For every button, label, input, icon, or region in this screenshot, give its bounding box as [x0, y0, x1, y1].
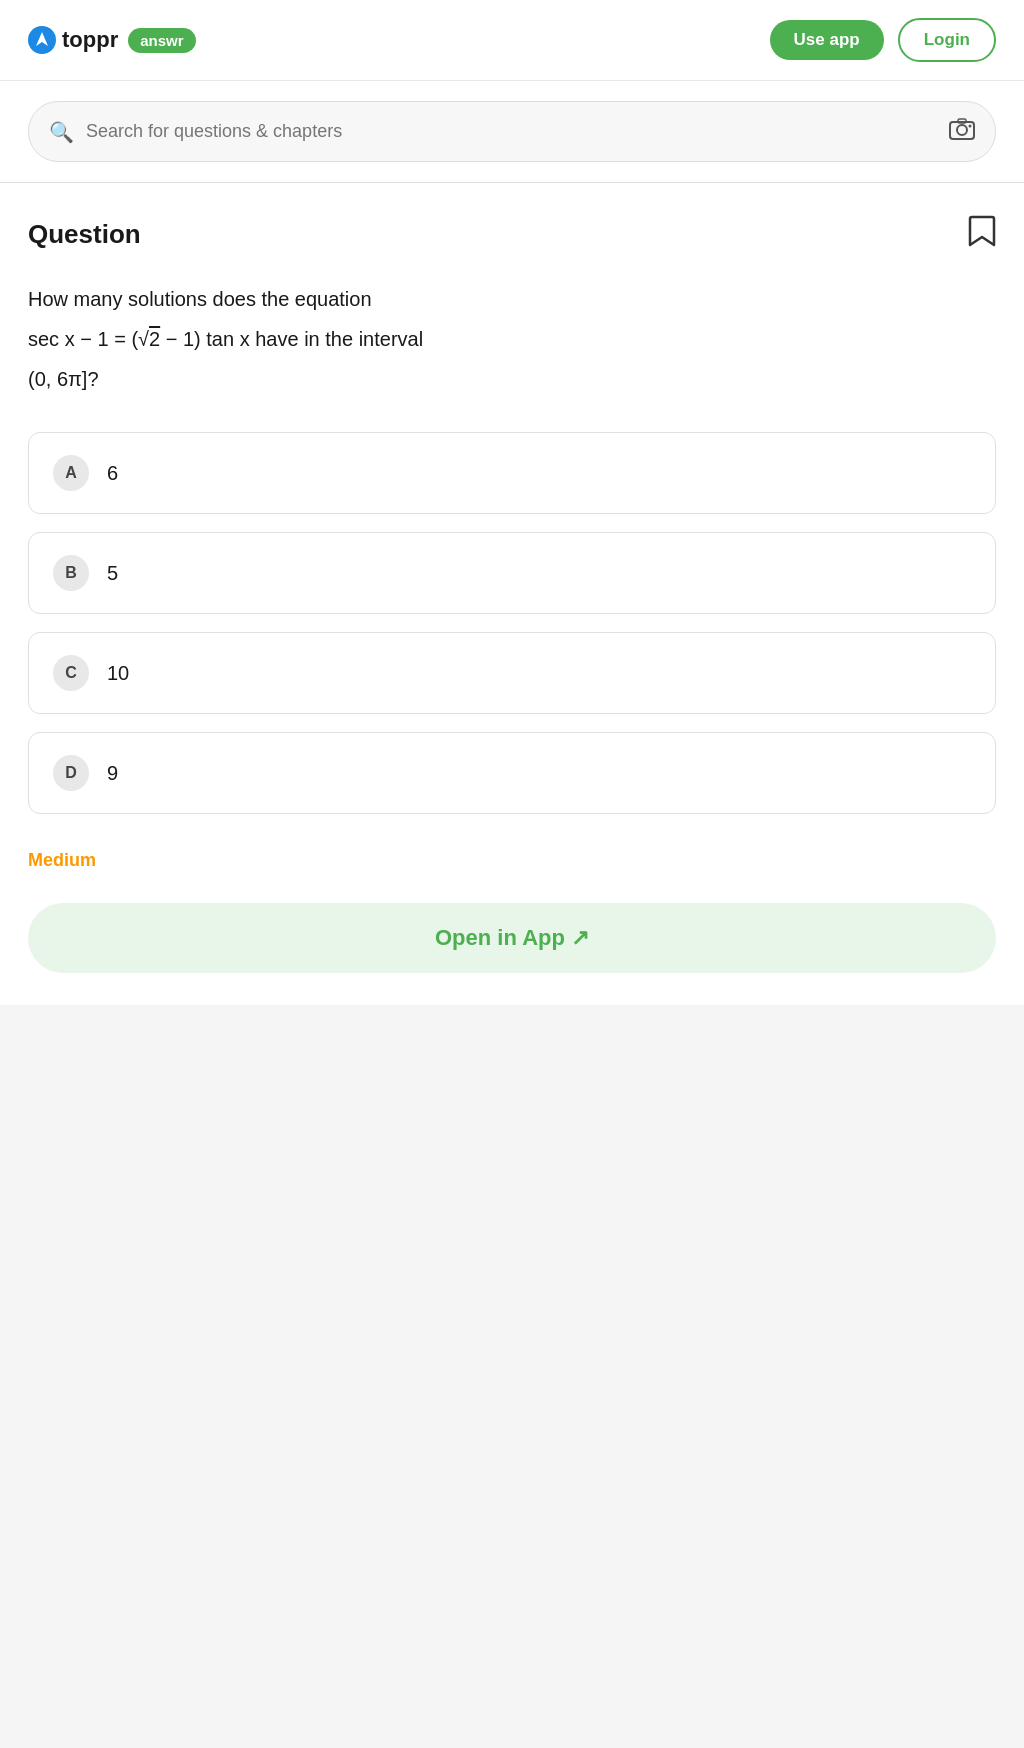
option-d[interactable]: D 9	[28, 732, 996, 814]
question-body: How many solutions does the equation sec…	[28, 282, 996, 396]
question-math-line: sec x − 1 = (√2 − 1) tan x have in the i…	[28, 322, 996, 356]
question-label: Question	[28, 219, 141, 250]
option-c-label: C	[53, 655, 89, 691]
option-d-label: D	[53, 755, 89, 791]
option-b[interactable]: B 5	[28, 532, 996, 614]
search-icon: 🔍	[49, 120, 74, 144]
search-section: 🔍	[0, 81, 1024, 183]
header-left: toppr answr	[28, 26, 196, 54]
difficulty-badge: Medium	[28, 850, 996, 871]
login-button[interactable]: Login	[898, 18, 996, 62]
search-input[interactable]	[86, 121, 937, 142]
bookmark-icon[interactable]	[968, 215, 996, 254]
toppr-logo: toppr	[28, 26, 118, 54]
header-right: Use app Login	[770, 18, 996, 62]
header: toppr answr Use app Login	[0, 0, 1024, 81]
question-text-line3: (0, 6π]?	[28, 362, 996, 396]
option-a-value: 6	[107, 462, 118, 485]
main-content: Question How many solutions does the equ…	[0, 183, 1024, 1005]
option-a-label: A	[53, 455, 89, 491]
option-b-value: 5	[107, 562, 118, 585]
option-d-value: 9	[107, 762, 118, 785]
question-header: Question	[28, 215, 996, 254]
open-in-app-button[interactable]: Open in App ↗	[28, 903, 996, 973]
brand-name: toppr	[62, 27, 118, 53]
options-list: A 6 B 5 C 10 D 9	[28, 432, 996, 814]
svg-point-5	[969, 125, 972, 128]
camera-icon[interactable]	[949, 116, 975, 147]
toppr-arrow-icon	[28, 26, 56, 54]
option-c-value: 10	[107, 662, 129, 685]
answr-badge: answr	[128, 28, 195, 53]
search-bar: 🔍	[28, 101, 996, 162]
option-b-label: B	[53, 555, 89, 591]
option-c[interactable]: C 10	[28, 632, 996, 714]
use-app-button[interactable]: Use app	[770, 20, 884, 60]
svg-point-3	[957, 125, 967, 135]
question-text-line1: How many solutions does the equation	[28, 288, 372, 310]
option-a[interactable]: A 6	[28, 432, 996, 514]
